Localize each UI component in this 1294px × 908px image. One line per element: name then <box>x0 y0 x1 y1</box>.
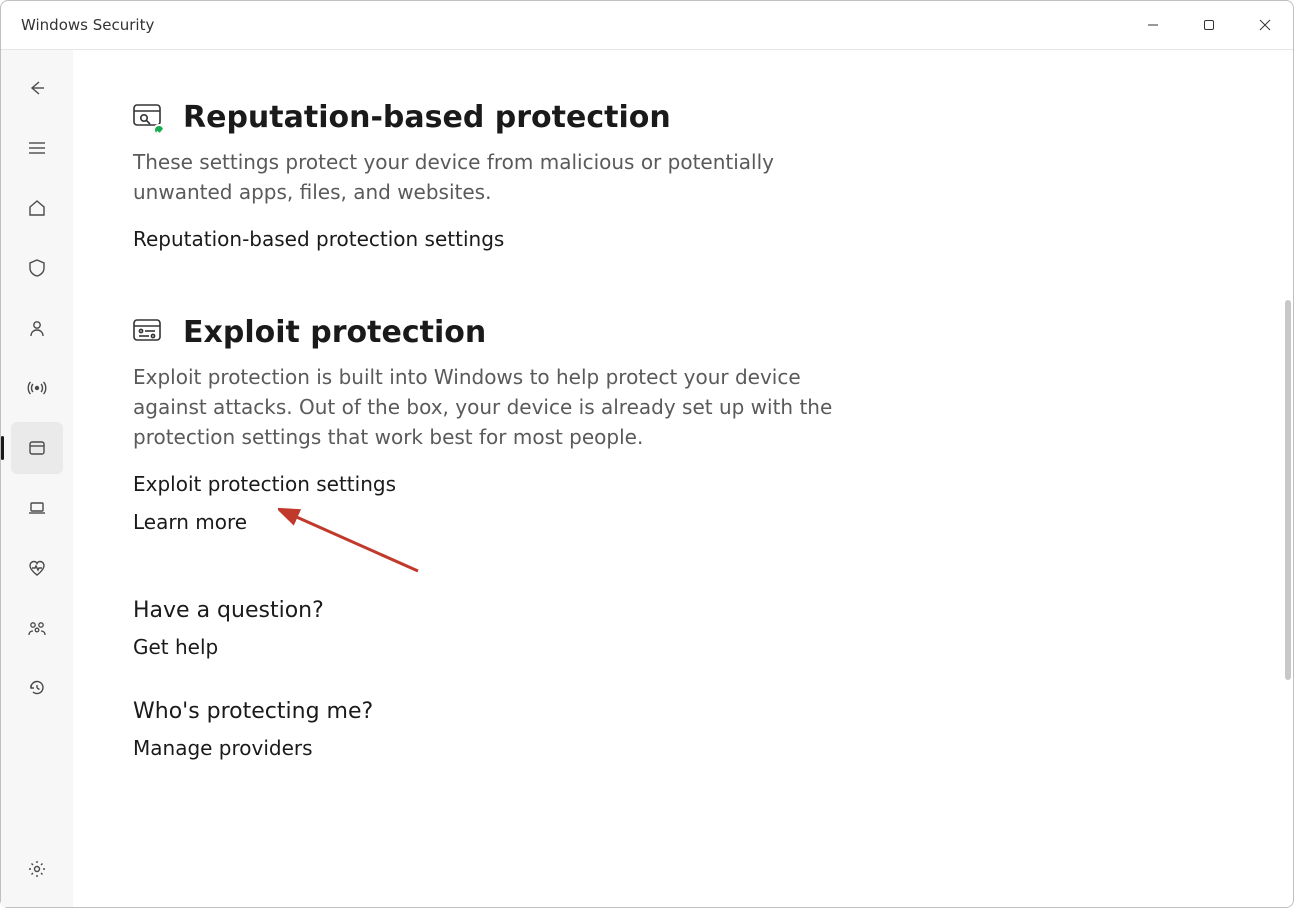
close-icon <box>1259 19 1271 31</box>
section-exploit: Exploit protection Exploit protection is… <box>133 315 893 534</box>
shield-icon <box>27 258 47 278</box>
reputation-title: Reputation-based protection <box>183 100 671 135</box>
minimize-icon <box>1147 19 1159 31</box>
exploit-icon <box>133 319 161 347</box>
window: Windows Security <box>0 0 1294 908</box>
reputation-desc: These settings protect your device from … <box>133 147 873 207</box>
exploit-learn-more-link[interactable]: Learn more <box>133 510 893 534</box>
window-title: Windows Security <box>21 16 154 34</box>
laptop-icon <box>27 498 47 518</box>
family-icon <box>27 618 47 638</box>
app-browser-icon <box>27 438 47 458</box>
sidebar-item-device-health[interactable] <box>11 542 63 594</box>
providers-heading: Who's protecting me? <box>133 699 893 724</box>
exploit-title: Exploit protection <box>183 315 486 350</box>
close-button[interactable] <box>1237 1 1293 49</box>
exploit-desc: Exploit protection is built into Windows… <box>133 362 873 452</box>
maximize-icon <box>1203 19 1215 31</box>
gear-icon <box>27 859 47 879</box>
exploit-settings-link[interactable]: Exploit protection settings <box>133 472 893 496</box>
sidebar-item-firewall[interactable] <box>11 362 63 414</box>
sidebar <box>1 50 73 907</box>
manage-providers-link[interactable]: Manage providers <box>133 736 893 760</box>
minimize-button[interactable] <box>1125 1 1181 49</box>
sidebar-item-settings[interactable] <box>11 843 63 895</box>
sidebar-item-app-browser[interactable] <box>11 422 63 474</box>
get-help-link[interactable]: Get help <box>133 635 893 659</box>
section-header: Exploit protection <box>133 315 893 350</box>
maximize-button[interactable] <box>1181 1 1237 49</box>
help-heading: Have a question? <box>133 598 893 623</box>
history-icon <box>27 678 47 698</box>
section-header: Reputation-based protection <box>133 100 893 135</box>
hamburger-icon <box>27 138 47 158</box>
reputation-settings-link[interactable]: Reputation-based protection settings <box>133 227 893 251</box>
content-area: Reputation-based protection These settin… <box>73 50 1293 907</box>
scrollbar-thumb[interactable] <box>1285 300 1291 680</box>
sidebar-item-history[interactable] <box>11 662 63 714</box>
heart-icon <box>27 558 47 578</box>
back-button[interactable] <box>11 62 63 114</box>
titlebar: Windows Security <box>1 1 1293 49</box>
sidebar-item-virus[interactable] <box>11 242 63 294</box>
person-icon <box>27 318 47 338</box>
body: Reputation-based protection These settin… <box>1 49 1293 907</box>
sidebar-item-family[interactable] <box>11 602 63 654</box>
section-reputation: Reputation-based protection These settin… <box>133 100 893 251</box>
sidebar-item-home[interactable] <box>11 182 63 234</box>
sidebar-item-device-security[interactable] <box>11 482 63 534</box>
back-arrow-icon <box>27 78 47 98</box>
menu-button[interactable] <box>11 122 63 174</box>
section-help: Have a question? Get help <box>133 598 893 659</box>
antenna-icon <box>27 378 47 398</box>
status-ok-badge <box>153 124 165 136</box>
section-providers: Who's protecting me? Manage providers <box>133 699 893 760</box>
reputation-icon <box>133 104 161 132</box>
sidebar-item-account[interactable] <box>11 302 63 354</box>
home-icon <box>27 198 47 218</box>
